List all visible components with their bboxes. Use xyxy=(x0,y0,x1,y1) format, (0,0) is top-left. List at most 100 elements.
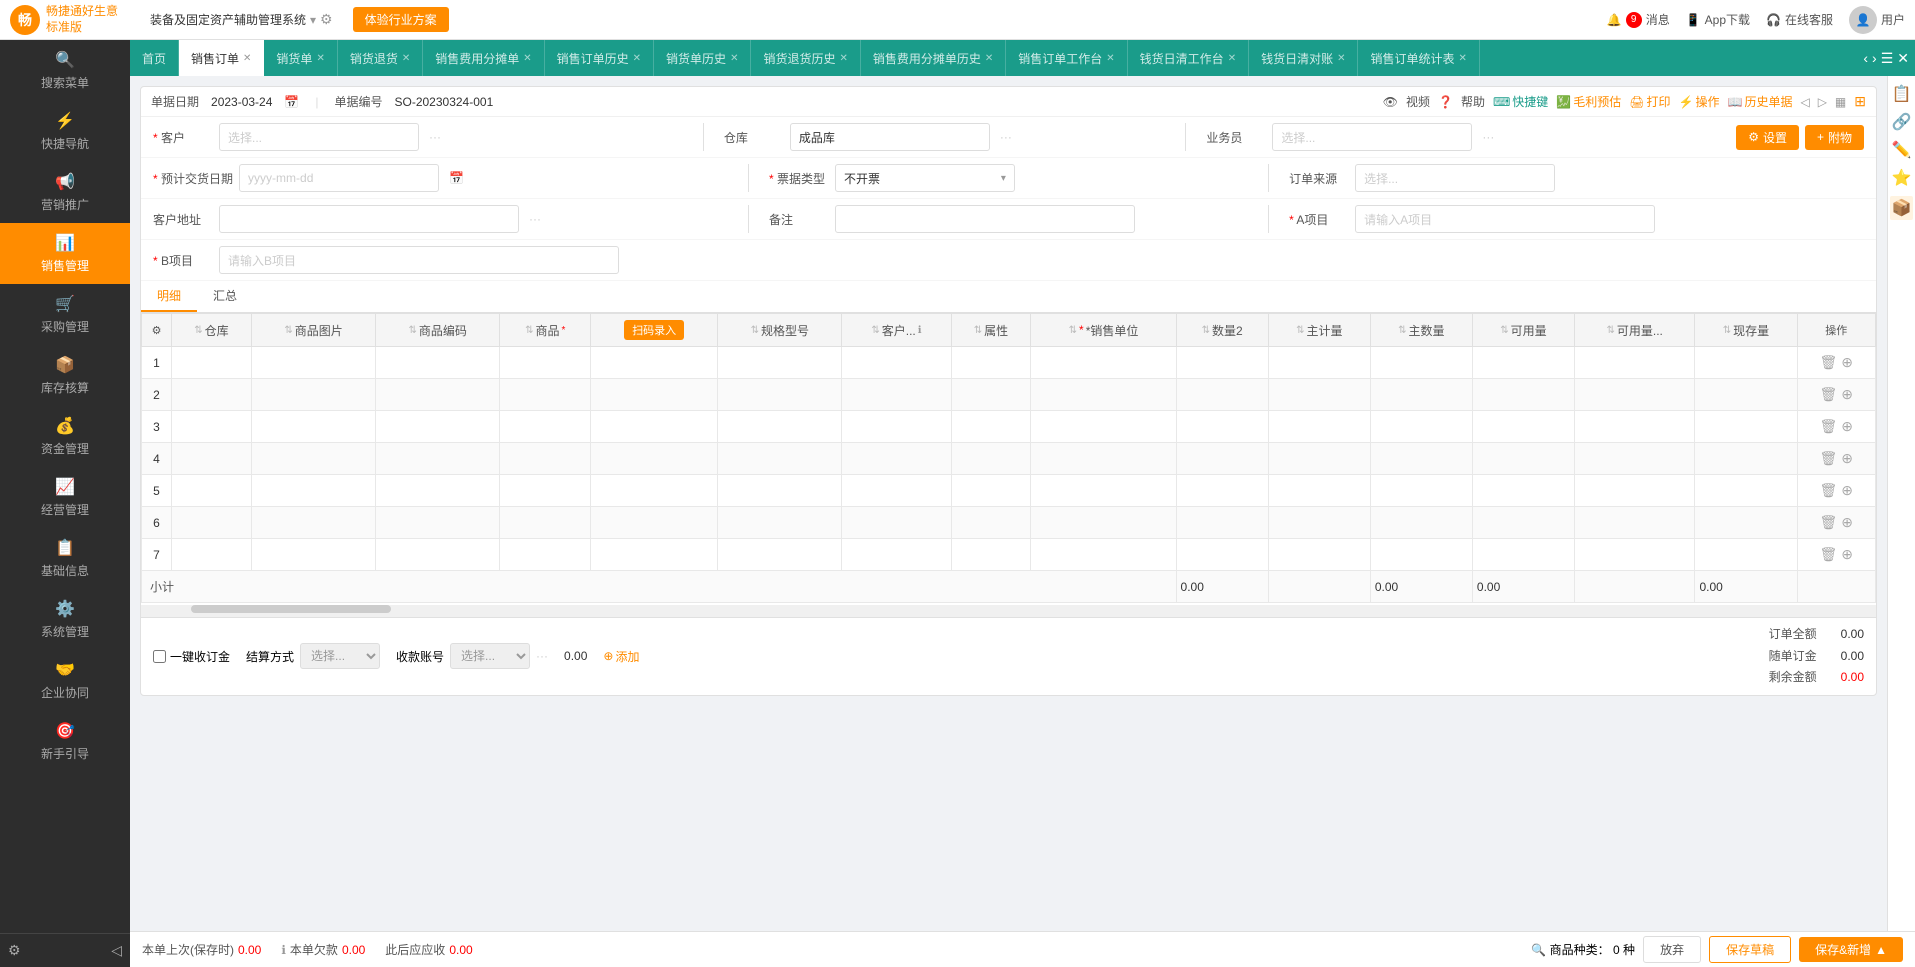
scrollbar-thumb[interactable] xyxy=(191,605,391,613)
date-value[interactable]: 2023-03-24 xyxy=(211,95,272,109)
row-code-6[interactable] xyxy=(376,507,500,539)
row-qty2-6[interactable] xyxy=(1176,507,1268,539)
sidebar-item-finance[interactable]: 💰 资金管理 xyxy=(0,406,130,467)
float-icon-4[interactable]: ⭐ xyxy=(1892,168,1912,188)
row-warehouse-7[interactable] xyxy=(172,539,252,571)
row-qty2-2[interactable] xyxy=(1176,379,1268,411)
attach-btn[interactable]: + 附物 xyxy=(1805,125,1864,150)
row-qty2-1[interactable] xyxy=(1176,347,1268,379)
row-spec-1[interactable] xyxy=(718,347,842,379)
tab-close-icon-11[interactable]: ✕ xyxy=(1337,53,1345,64)
row-avail2-4[interactable] xyxy=(1574,443,1694,475)
row-mainqty-7[interactable] xyxy=(1370,539,1472,571)
sidebar-item-marketing[interactable]: 📢 营销推广 xyxy=(0,162,130,223)
row-custcode-3[interactable] xyxy=(842,411,951,443)
row-unit-6[interactable] xyxy=(1031,507,1176,539)
row-unit-5[interactable] xyxy=(1031,475,1176,507)
messages-item[interactable]: 🔔 9 消息 xyxy=(1607,11,1670,28)
delete-icon[interactable]: 🗑 xyxy=(1819,546,1837,563)
row-code-4[interactable] xyxy=(376,443,500,475)
row-unit-7[interactable] xyxy=(1031,539,1176,571)
row-unit-3[interactable] xyxy=(1031,411,1176,443)
row-warehouse-6[interactable] xyxy=(172,507,252,539)
tab-reconcile[interactable]: 钱货日清对账 ✕ xyxy=(1249,40,1358,76)
row-spec-5[interactable] xyxy=(718,475,842,507)
tab-prev-icon[interactable]: ‹ xyxy=(1863,50,1868,66)
row-mainunit-6[interactable] xyxy=(1268,507,1370,539)
sidebar-item-system[interactable]: ⚙️ 系统管理 xyxy=(0,589,130,650)
invoice-select[interactable]: 不开票 ▾ xyxy=(835,164,1015,192)
tab-more-icon[interactable]: ☰ xyxy=(1881,50,1894,67)
row-mainunit-1[interactable] xyxy=(1268,347,1370,379)
row-attr-1[interactable] xyxy=(951,347,1031,379)
row-spec-7[interactable] xyxy=(718,539,842,571)
copy-icon[interactable]: ⊕ xyxy=(1841,546,1853,563)
chevron-up-icon[interactable]: ▲ xyxy=(1875,943,1887,957)
row-image-6[interactable] xyxy=(251,507,375,539)
row-product-1[interactable] xyxy=(500,347,591,379)
delete-icon[interactable]: 🗑 xyxy=(1819,386,1837,403)
sidebar-item-operation[interactable]: 📈 经营管理 xyxy=(0,467,130,528)
row-unit-2[interactable] xyxy=(1031,379,1176,411)
tab-next-icon[interactable]: › xyxy=(1872,50,1877,66)
row-attr-6[interactable] xyxy=(951,507,1031,539)
row-code-7[interactable] xyxy=(376,539,500,571)
row-product-4[interactable] xyxy=(500,443,591,475)
fullscreen-icon[interactable]: ⊞ xyxy=(1854,93,1866,110)
row-mainqty-5[interactable] xyxy=(1370,475,1472,507)
address-more-icon[interactable]: ··· xyxy=(529,212,541,226)
bank-more-icon[interactable]: ··· xyxy=(536,649,548,663)
settings-icon[interactable]: ⚙ xyxy=(8,942,21,959)
row-mainqty-2[interactable] xyxy=(1370,379,1472,411)
tab-sales-return[interactable]: 销货退货 ✕ xyxy=(338,40,423,76)
row-stock-3[interactable] xyxy=(1695,411,1797,443)
view-icon[interactable]: 👁 xyxy=(1383,95,1398,109)
row-avail-4[interactable] xyxy=(1472,443,1574,475)
order-source-input[interactable]: 选择... xyxy=(1355,164,1555,192)
row-mainunit-2[interactable] xyxy=(1268,379,1370,411)
row-image-1[interactable] xyxy=(251,347,375,379)
row-product-2[interactable] xyxy=(500,379,591,411)
row-mainqty-3[interactable] xyxy=(1370,411,1472,443)
row-spec-6[interactable] xyxy=(718,507,842,539)
copy-icon[interactable]: ⊕ xyxy=(1841,482,1853,499)
row-image-2[interactable] xyxy=(251,379,375,411)
solution-button[interactable]: 体验行业方案 xyxy=(353,7,449,32)
row-code-5[interactable] xyxy=(376,475,500,507)
row-mainqty-6[interactable] xyxy=(1370,507,1472,539)
row-stock-5[interactable] xyxy=(1695,475,1797,507)
row-attr-2[interactable] xyxy=(951,379,1031,411)
tab-close-icon[interactable]: ✕ xyxy=(243,53,251,64)
row-avail-5[interactable] xyxy=(1472,475,1574,507)
sidebar-item-search[interactable]: 🔍 搜索菜单 xyxy=(0,40,130,101)
sidebar-item-guide[interactable]: 🎯 新手引导 xyxy=(0,711,130,772)
row-qty2-3[interactable] xyxy=(1176,411,1268,443)
delete-icon[interactable]: 🗑 xyxy=(1819,482,1837,499)
save-new-button[interactable]: 保存&新增 ▲ xyxy=(1799,937,1903,962)
row-unit-4[interactable] xyxy=(1031,443,1176,475)
tab-stats[interactable]: 销售订单统计表 ✕ xyxy=(1358,40,1479,76)
tab-close-icon-9[interactable]: ✕ xyxy=(1106,53,1114,64)
delete-icon[interactable]: 🗑 xyxy=(1819,514,1837,531)
row-warehouse-2[interactable] xyxy=(172,379,252,411)
customer-more-icon[interactable]: ··· xyxy=(429,130,441,144)
tab-daily-work[interactable]: 钱货日清工作台 ✕ xyxy=(1128,40,1249,76)
row-stock-7[interactable] xyxy=(1695,539,1797,571)
tab-close-icon-4[interactable]: ✕ xyxy=(523,53,531,64)
payment-select[interactable]: 选择... xyxy=(300,643,380,669)
scrollbar-row[interactable] xyxy=(141,605,1876,617)
row-custcode-2[interactable] xyxy=(842,379,951,411)
row-attr-3[interactable] xyxy=(951,411,1031,443)
row-qty2-7[interactable] xyxy=(1176,539,1268,571)
warehouse-input[interactable]: 成品库 xyxy=(790,123,990,151)
collapse-icon[interactable]: ◁ xyxy=(111,942,122,959)
row-mainqty-1[interactable] xyxy=(1370,347,1472,379)
row-custcode-4[interactable] xyxy=(842,443,951,475)
tab-sales-order[interactable]: 销售订单 ✕ xyxy=(179,40,264,76)
copy-icon[interactable]: ⊕ xyxy=(1841,354,1853,371)
tab-close-icon-10[interactable]: ✕ xyxy=(1228,53,1236,64)
quick-order-check[interactable] xyxy=(153,650,166,663)
help-icon[interactable]: ❓ xyxy=(1438,95,1453,109)
copy-icon[interactable]: ⊕ xyxy=(1841,450,1853,467)
row-mainunit-4[interactable] xyxy=(1268,443,1370,475)
